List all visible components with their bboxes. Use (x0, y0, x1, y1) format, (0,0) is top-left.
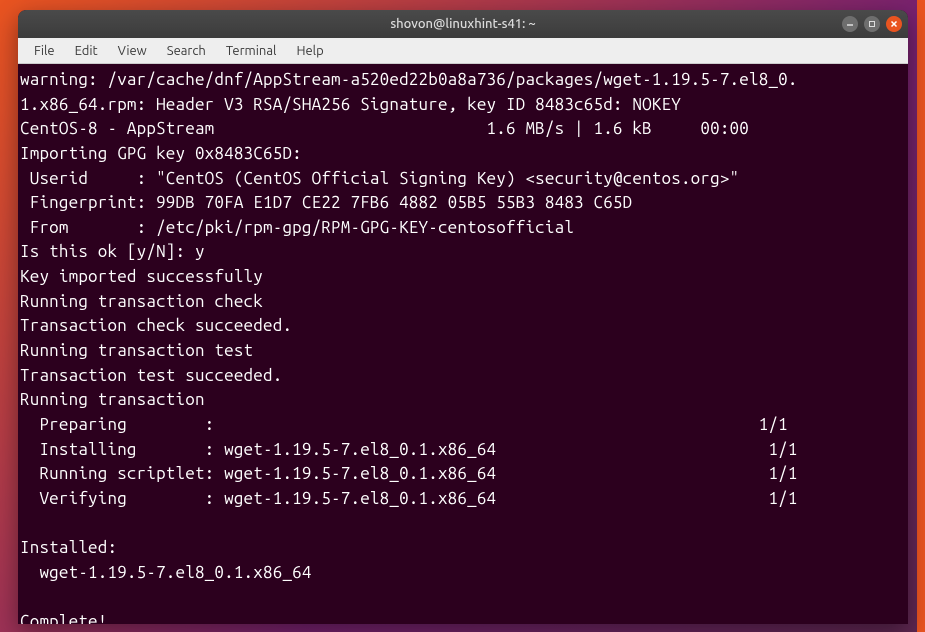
menu-terminal[interactable]: Terminal (218, 41, 285, 61)
maximize-icon (868, 20, 876, 28)
close-button[interactable] (886, 16, 902, 32)
terminal-line: wget-1.19.5-7.el8_0.1.x86_64 (20, 563, 312, 582)
terminal-line: Key imported successfully (20, 267, 263, 286)
terminal-line: Running scriptlet: wget-1.19.5-7.el8_0.1… (20, 464, 798, 483)
close-icon (890, 20, 898, 28)
window-title: shovon@linuxhint-s41: ~ (390, 17, 535, 31)
terminal-line: Verifying : wget-1.19.5-7.el8_0.1.x86_64… (20, 489, 798, 508)
terminal-line: Complete! (20, 612, 107, 624)
terminal-line: Transaction test succeeded. (20, 366, 282, 385)
maximize-button[interactable] (864, 16, 880, 32)
terminal-line: Preparing : 1/1 (20, 415, 788, 434)
terminal-line: Installed: (20, 538, 117, 557)
menu-edit[interactable]: Edit (67, 41, 106, 61)
menu-view[interactable]: View (110, 41, 155, 61)
menubar: File Edit View Search Terminal Help (18, 38, 908, 64)
terminal-line: Userid : "CentOS (CentOS Official Signin… (20, 169, 739, 188)
terminal-window: shovon@linuxhint-s41: ~ File Edit View S… (18, 10, 908, 624)
terminal-line: Is this ok [y/N]: y (20, 242, 205, 261)
minimize-icon (846, 20, 854, 28)
terminal-line: Fingerprint: 99DB 70FA E1D7 CE22 7FB6 48… (20, 193, 632, 212)
terminal-line: Running transaction check (20, 292, 263, 311)
terminal-line: Importing GPG key 0x8483C65D: (20, 144, 302, 163)
terminal-line: Installing : wget-1.19.5-7.el8_0.1.x86_6… (20, 440, 798, 459)
window-controls (842, 16, 902, 32)
terminal-line: From : /etc/pki/rpm-gpg/RPM-GPG-KEY-cent… (20, 218, 574, 237)
terminal-line: warning: /var/cache/dnf/AppStream-a520ed… (20, 70, 798, 89)
menu-search[interactable]: Search (159, 41, 214, 61)
desktop-scrollbar (917, 0, 925, 632)
terminal-line: Transaction check succeeded. (20, 316, 292, 335)
terminal-line: Running transaction test (20, 341, 253, 360)
minimize-button[interactable] (842, 16, 858, 32)
window-titlebar[interactable]: shovon@linuxhint-s41: ~ (18, 10, 908, 38)
terminal-line: Running transaction (20, 390, 205, 409)
menu-help[interactable]: Help (288, 41, 331, 61)
terminal-output[interactable]: warning: /var/cache/dnf/AppStream-a520ed… (18, 64, 908, 624)
terminal-line: 1.x86_64.rpm: Header V3 RSA/SHA256 Signa… (20, 95, 681, 114)
menu-file[interactable]: File (26, 41, 63, 61)
terminal-line: CentOS-8 - AppStream 1.6 MB/s | 1.6 kB 0… (20, 119, 749, 138)
